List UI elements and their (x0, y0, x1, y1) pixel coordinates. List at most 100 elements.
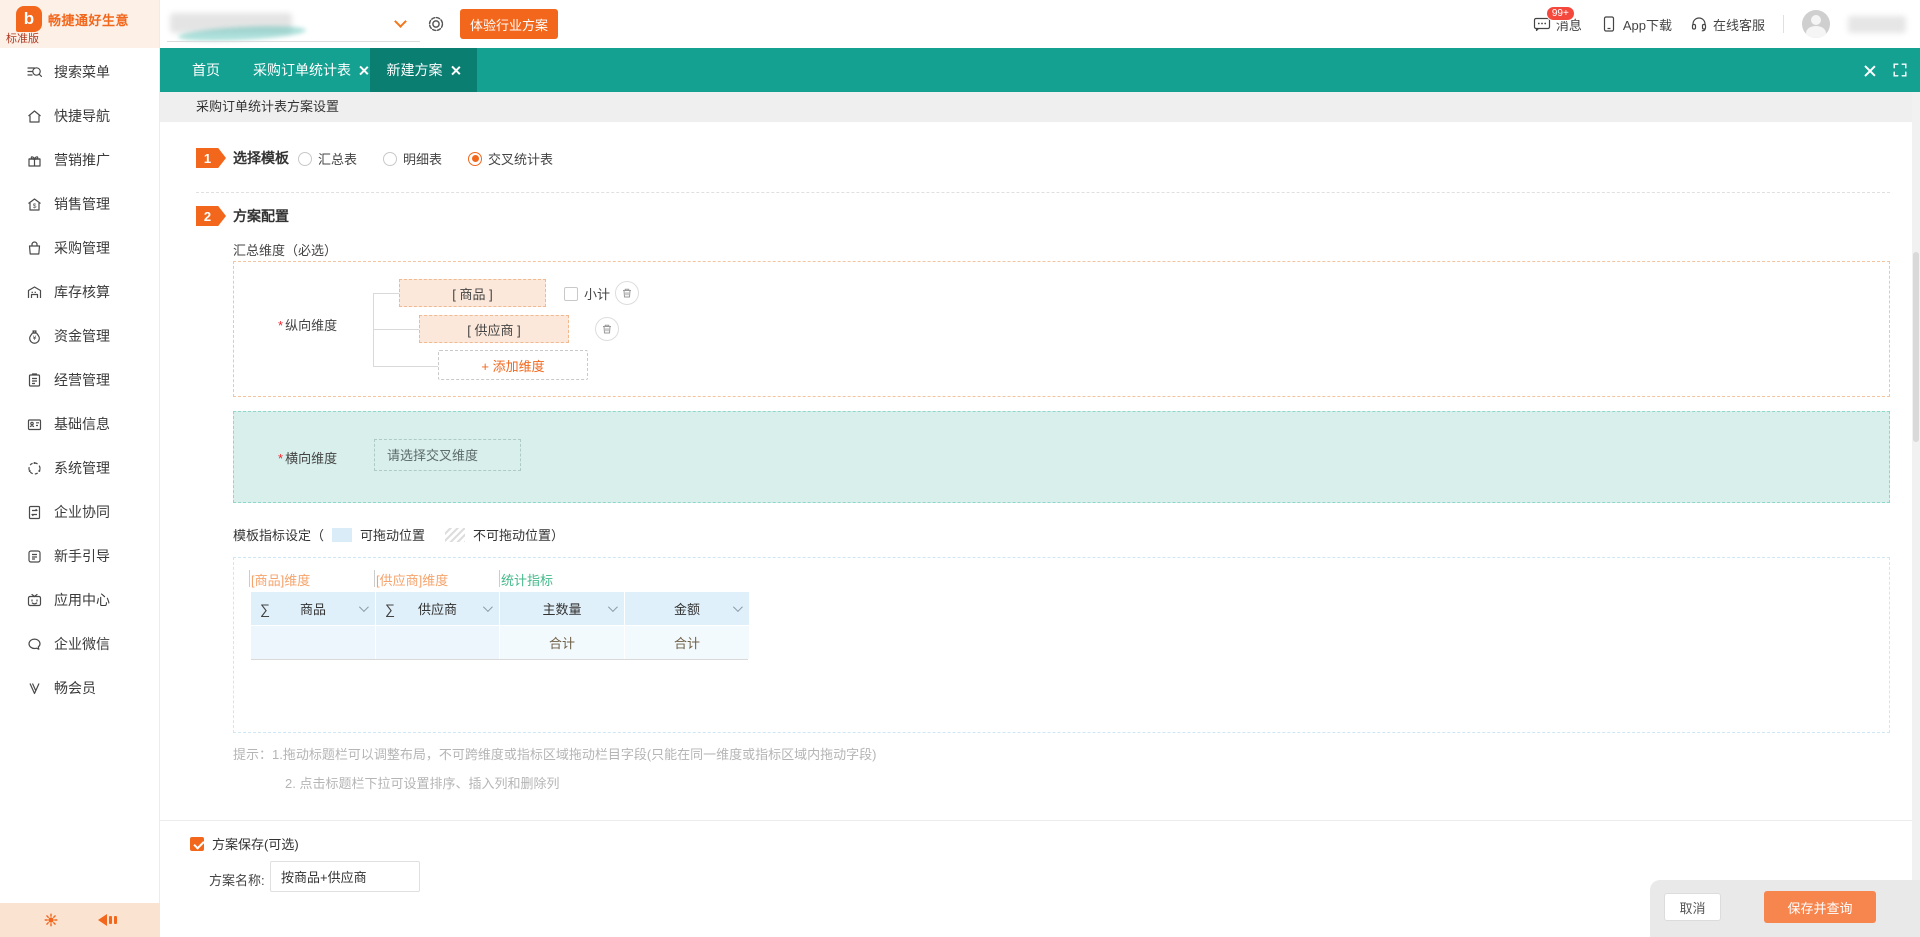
svg-text:$: $ (33, 203, 37, 210)
scrollbar-track[interactable] (1912, 92, 1920, 880)
tab-purchase-order-report[interactable]: 采购订单统计表 (252, 48, 370, 92)
sidebar-item-label: 营销推广 (54, 152, 110, 168)
radio-label: 汇总表 (318, 152, 358, 167)
online-service-link[interactable]: 在线客服 (1690, 15, 1765, 34)
sidebar-item-label: 系统管理 (54, 460, 110, 476)
radio-icon[interactable] (383, 151, 398, 166)
not-draggable-swatch (445, 527, 466, 542)
radio-summary-table[interactable]: 汇总表 (298, 149, 357, 168)
column-header-supplier[interactable]: ∑ 供应商 (376, 592, 499, 625)
sidebar-item-quick-nav[interactable]: 快捷导航 (0, 94, 159, 138)
sidebar-item-marketing[interactable]: 营销推广 (0, 138, 159, 182)
label-text: 横向维度 (285, 451, 338, 466)
column-header-quantity[interactable]: 主数量 (500, 592, 624, 625)
collapse-arrow (97, 914, 107, 926)
table-cell-empty (376, 626, 499, 659)
sidebar-item-enterprise-collab[interactable]: 企业协同 (0, 490, 159, 534)
close-icon[interactable] (451, 65, 461, 75)
radio-cross-table[interactable]: 交叉统计表 (468, 149, 553, 168)
sidebar-item-sales-mgmt[interactable]: $ 销售管理 (0, 182, 159, 226)
sidebar-item-label: 搜索菜单 (54, 64, 110, 80)
radio-label: 交叉统计表 (488, 152, 554, 167)
sidebar-item-member[interactable]: 畅会员 (0, 666, 159, 710)
radio-icon[interactable] (298, 151, 312, 166)
avatar[interactable] (1802, 10, 1830, 38)
tips-prefix: 提示： (233, 747, 273, 762)
search-menu-icon (26, 64, 43, 81)
add-dimension-button[interactable]: + 添加维度 (438, 350, 588, 380)
gear-icon[interactable] (426, 14, 446, 34)
chevron-down-icon[interactable] (394, 15, 407, 28)
home-icon (26, 108, 43, 125)
sidebar-item-basic-info[interactable]: 基础信息 (0, 402, 159, 446)
save-plan-option[interactable]: 方案保存(可选) (190, 834, 299, 853)
app-logo[interactable]: b 畅捷通好生意 标准版 (0, 0, 159, 48)
close-icon[interactable] (1863, 64, 1876, 77)
sidebar-item-search-menu[interactable]: 搜索菜单 (0, 50, 159, 94)
legend-prefix: 模板指标设定（ (233, 528, 325, 543)
chevron-down-icon[interactable] (732, 602, 743, 613)
app-download-link[interactable]: App下载 (1600, 15, 1672, 34)
checkbox-checked-icon[interactable] (190, 836, 204, 851)
sidebar-item-wecom[interactable]: 企业微信 (0, 622, 159, 666)
step2-badge: 2 (196, 206, 226, 226)
page-title: 采购订单统计表方案设置 (160, 92, 1920, 122)
section-divider (196, 192, 1890, 193)
footer-action-panel: 取消 保存并查询 (1650, 880, 1920, 937)
id-card-icon (26, 416, 43, 433)
delete-dimension-button[interactable] (595, 317, 619, 341)
subtotal-option[interactable]: 小计 (564, 284, 610, 303)
settings-gear-icon[interactable] (43, 912, 59, 928)
collapse-sidebar-icon[interactable] (97, 914, 117, 926)
sidebar-item-inventory-accounting[interactable]: 库存核算 (0, 270, 159, 314)
template-metrics-legend: 模板指标设定（ 可拖动位置 不可拖动位置） (233, 525, 564, 544)
messages-link[interactable]: 消息 99+ (1533, 5, 1582, 34)
sidebar-item-system-mgmt[interactable]: 系统管理 (0, 446, 159, 490)
draggable-label: 可拖动位置 (360, 528, 426, 543)
close-icon[interactable] (359, 65, 369, 75)
save-and-query-button[interactable]: 保存并查询 (1764, 891, 1876, 923)
dimension-item-product[interactable]: [ 商品 ] (399, 279, 546, 307)
sidebar-item-label: 基础信息 (54, 416, 110, 432)
chevron-down-icon[interactable] (482, 602, 493, 613)
collab-board-icon (26, 504, 43, 521)
vertical-dimension-panel: * 纵向维度 [ 商品 ] 小计 [ 供应商 ] + 添加维度 (233, 261, 1890, 397)
plan-name-label: 方案名称: (209, 873, 265, 888)
sidebar-item-app-center[interactable]: 应用中心 (0, 578, 159, 622)
guide-book-icon (26, 548, 43, 565)
chevron-down-icon[interactable] (358, 602, 369, 613)
tab-home[interactable]: 首页 (160, 48, 252, 92)
radio-detail-table[interactable]: 明细表 (383, 149, 442, 168)
sidebar-item-beginner-guide[interactable]: 新手引导 (0, 534, 159, 578)
tab-bar: 首页 采购订单统计表 新建方案 (160, 48, 1920, 92)
radio-label: 明细表 (403, 152, 443, 167)
divider (1783, 15, 1784, 33)
required-mark: * (278, 318, 284, 333)
subtotal-label: 小计 (584, 287, 611, 302)
member-v-icon (26, 680, 43, 697)
radio-checked-icon[interactable] (468, 151, 483, 166)
horizontal-dimension-label: * 横向维度 (278, 448, 337, 467)
template-table-panel: [商品]维度 [供应商]维度 统计指标 ∑ 商品 ∑ 供应商 主数量 金额 合计… (233, 557, 1890, 733)
chevron-down-icon[interactable] (607, 602, 618, 613)
sigma-icon: ∑ (260, 600, 270, 617)
sidebar-item-funds-mgmt[interactable]: ¥ 资金管理 (0, 314, 159, 358)
tab-new-plan[interactable]: 新建方案 (370, 48, 477, 92)
sidebar-item-purchase-mgmt[interactable]: 采购管理 (0, 226, 159, 270)
column-label: 商品 (299, 602, 326, 617)
scrollbar-thumb[interactable] (1913, 252, 1919, 442)
sidebar-item-label: 采购管理 (54, 240, 110, 256)
fullscreen-icon[interactable] (1892, 62, 1908, 78)
topbar: 体验行业方案 消息 99+ App下载 在线客服 (160, 0, 1920, 48)
checkbox-icon[interactable] (564, 286, 578, 301)
step1-title: 选择模板 (233, 150, 289, 166)
dimension-item-supplier[interactable]: [ 供应商 ] (419, 315, 569, 343)
column-header-amount[interactable]: 金额 (625, 592, 749, 625)
delete-dimension-button[interactable] (615, 281, 639, 305)
sidebar-item-operations-mgmt[interactable]: 经营管理 (0, 358, 159, 402)
cross-dimension-select[interactable]: 请选择交叉维度 (374, 439, 521, 471)
column-header-product[interactable]: ∑ 商品 (251, 592, 375, 625)
experience-industry-plan-button[interactable]: 体验行业方案 (460, 9, 558, 39)
plan-name-input[interactable] (270, 861, 420, 892)
cancel-button[interactable]: 取消 (1664, 893, 1721, 921)
